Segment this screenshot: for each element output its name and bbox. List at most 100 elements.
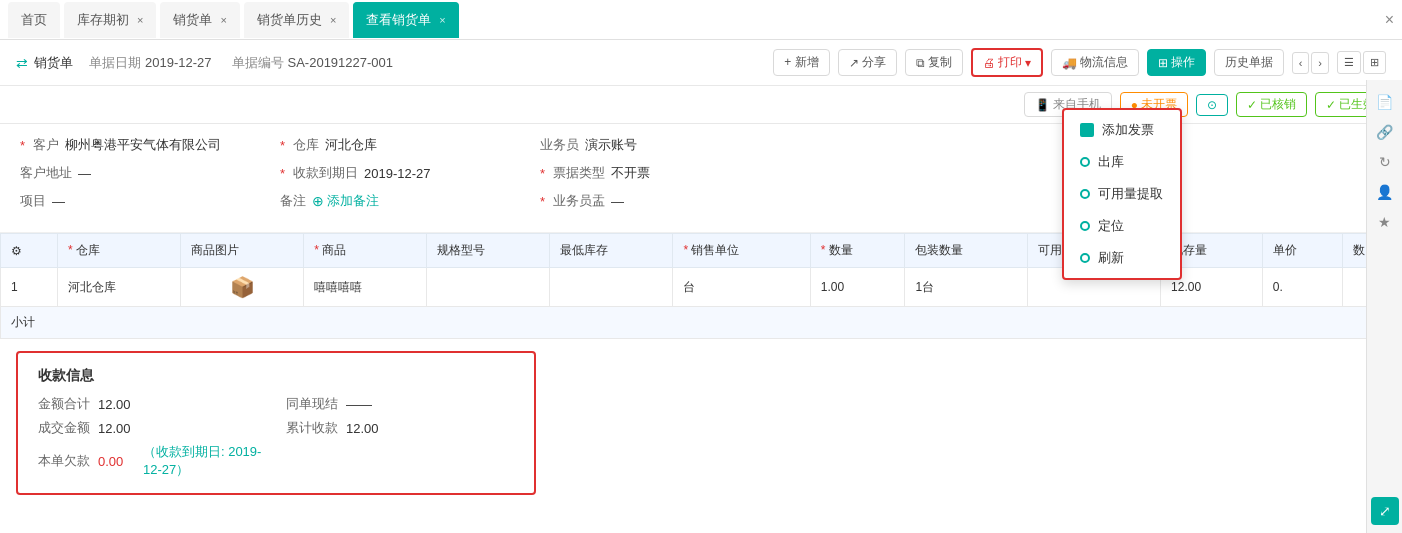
phone-icon: 📱	[1035, 98, 1050, 112]
subtotal-row: 小计	[1, 307, 1402, 339]
truck-icon: 🚚	[1062, 56, 1077, 70]
payment-title: 收款信息	[38, 367, 514, 385]
doc-title: ⇄ 销货单	[16, 54, 73, 72]
second-toolbar: 📱 来自手机 ● 未开票 ⊙ ✓ 已核销 ✓ 已生效	[0, 86, 1402, 124]
products-table: ⚙ 仓库 商品图片 商品 规格型号 最低库存 销售单位 数量 包装数量 可用量 …	[0, 233, 1402, 339]
transaction-row: 同单现结 ——	[286, 395, 514, 413]
invoice-icon	[1080, 123, 1094, 137]
cell-min-stock	[550, 268, 673, 307]
nav-arrows: ‹ ›	[1292, 52, 1329, 74]
effective-check-icon: ✓	[1326, 98, 1336, 112]
prev-button[interactable]: ‹	[1292, 52, 1310, 74]
check-button[interactable]: ⊙	[1196, 94, 1228, 116]
address-field: 客户地址 —	[20, 164, 240, 182]
doc-header: ⇄ 销货单 单据日期 2019-12-27 单据编号 SA-20191227-0…	[0, 40, 1402, 86]
print-icon: 🖨	[983, 56, 995, 70]
grid-icon: ⊞	[1158, 56, 1168, 70]
product-image: 📦	[230, 276, 255, 298]
plus-icon: ⊕	[312, 193, 324, 209]
locate-icon	[1080, 221, 1090, 231]
logistics-button[interactable]: 🚚 物流信息	[1051, 49, 1139, 76]
right-user-button[interactable]: 👤	[1371, 178, 1399, 206]
tab-close-inventory[interactable]: ×	[137, 14, 143, 26]
share-button[interactable]: ↗ 分享	[838, 49, 897, 76]
dropdown-add-invoice[interactable]: 添加发票	[1064, 114, 1180, 146]
check-circle-icon: ✓	[1247, 98, 1257, 112]
operations-dropdown: 添加发票 出库 可用量提取 定位 刷新	[1062, 108, 1182, 280]
refresh-icon	[1080, 253, 1090, 263]
new-button[interactable]: + 新增	[773, 49, 829, 76]
right-link-button[interactable]: 🔗	[1371, 118, 1399, 146]
history-button[interactable]: 历史单据	[1214, 49, 1284, 76]
warehouse-field: * 仓库 河北仓库	[280, 136, 500, 154]
toolbar: + 新增 ↗ 分享 ⧉ 复制 🖨 打印 ▾ 🚚 物流信息 ⊞ 操作	[773, 48, 1386, 77]
cell-num: 1	[1, 268, 58, 307]
business-field: * 业务员盂 —	[540, 192, 760, 210]
cell-qty: 1.00	[810, 268, 905, 307]
subtotal-label: 小计	[1, 307, 1402, 339]
voided-button[interactable]: ✓ 已核销	[1236, 92, 1307, 117]
tab-home[interactable]: 首页	[8, 2, 60, 38]
col-settings[interactable]: ⚙	[1, 234, 58, 268]
print-button[interactable]: 🖨 打印 ▾	[971, 48, 1043, 77]
dropdown-out-warehouse[interactable]: 出库	[1064, 146, 1180, 178]
tab-view-sales[interactable]: 查看销货单 ×	[353, 2, 458, 38]
tab-close-view[interactable]: ×	[439, 14, 445, 26]
tab-sales-history[interactable]: 销货单历史 ×	[244, 2, 349, 38]
col-warehouse: 仓库	[58, 234, 181, 268]
tab-sales-order[interactable]: 销货单 ×	[160, 2, 239, 38]
add-note-button[interactable]: ⊕ 添加备注	[312, 192, 379, 210]
current-owed-row: 本单欠款 0.00 （收款到期日: 2019-12-27）	[38, 443, 266, 479]
col-unit-price: 单价	[1262, 234, 1342, 268]
payment-grid: 金额合计 12.00 同单现结 —— 成交金额 12.00 累计收款 12.00…	[38, 395, 514, 479]
doc-meta: 单据日期 2019-12-27 单据编号 SA-20191227-001	[89, 54, 393, 72]
dropdown-available-qty[interactable]: 可用量提取	[1064, 178, 1180, 210]
tab-close-sales[interactable]: ×	[220, 14, 226, 26]
right-expand-button[interactable]: ⤢	[1371, 497, 1399, 525]
cumulative-row: 累计收款 12.00	[286, 419, 514, 437]
ticket-type-field: * 票据类型 不开票	[540, 164, 760, 182]
col-spec: 规格型号	[427, 234, 550, 268]
col-min-stock: 最低库存	[550, 234, 673, 268]
tab-inventory-init[interactable]: 库存期初 ×	[64, 2, 156, 38]
col-image: 商品图片	[181, 234, 304, 268]
amount-total-row: 金额合计 12.00	[38, 395, 266, 413]
right-icons-panel: 📄 🔗 ↻ 👤 ★ ⤢	[1366, 80, 1402, 533]
right-doc-button[interactable]: 📄	[1371, 88, 1399, 116]
customer-field: * 客户 柳州粤港平安气体有限公司	[20, 136, 240, 154]
copy-button[interactable]: ⧉ 复制	[905, 49, 963, 76]
col-unit: 销售单位	[673, 234, 810, 268]
project-field: 项目 —	[20, 192, 240, 210]
cell-spec	[427, 268, 550, 307]
doc-title-text: 销货单	[34, 54, 73, 72]
dropdown-locate[interactable]: 定位	[1064, 210, 1180, 242]
right-refresh-button[interactable]: ↻	[1371, 148, 1399, 176]
list-view-button[interactable]: ☰	[1337, 51, 1361, 74]
table-row: 1 河北仓库 📦 嘻嘻嘻嘻 台 1.00 1台 12.00 0.	[1, 268, 1402, 307]
dropdown-refresh[interactable]: 刷新	[1064, 242, 1180, 274]
cell-product: 嘻嘻嘻嘻	[304, 268, 427, 307]
cell-image: 📦	[181, 268, 304, 307]
cell-unit: 台	[673, 268, 810, 307]
copy-icon: ⧉	[916, 56, 925, 70]
tab-close-history[interactable]: ×	[330, 14, 336, 26]
tab-bar: 首页 库存期初 × 销货单 × 销货单历史 × 查看销货单 × ×	[0, 0, 1402, 40]
col-product: 商品	[304, 234, 427, 268]
share-icon: ↗	[849, 56, 859, 70]
doc-date-field: 单据日期 2019-12-27	[89, 54, 212, 72]
cell-unit-price: 0.	[1262, 268, 1342, 307]
cell-warehouse: 河北仓库	[58, 268, 181, 307]
note-field: 备注 ⊕ 添加备注	[280, 192, 500, 210]
payment-box: 收款信息 金额合计 12.00 同单现结 —— 成交金额 12.00 累计收款 …	[16, 351, 536, 495]
operations-button[interactable]: ⊞ 操作	[1147, 49, 1206, 76]
next-button[interactable]: ›	[1311, 52, 1329, 74]
salesperson-field: 业务员 演示账号	[540, 136, 760, 154]
due-date-field: * 收款到期日 2019-12-27	[280, 164, 500, 182]
main-container: ⇄ 销货单 单据日期 2019-12-27 单据编号 SA-20191227-0…	[0, 40, 1402, 533]
main-close-button[interactable]: ×	[1385, 11, 1394, 29]
print-dropdown-arrow[interactable]: ▾	[1025, 56, 1031, 70]
col-qty: 数量	[810, 234, 905, 268]
deal-amount-row: 成交金额 12.00	[38, 419, 266, 437]
right-star-button[interactable]: ★	[1371, 208, 1399, 236]
grid-view-button[interactable]: ⊞	[1363, 51, 1386, 74]
